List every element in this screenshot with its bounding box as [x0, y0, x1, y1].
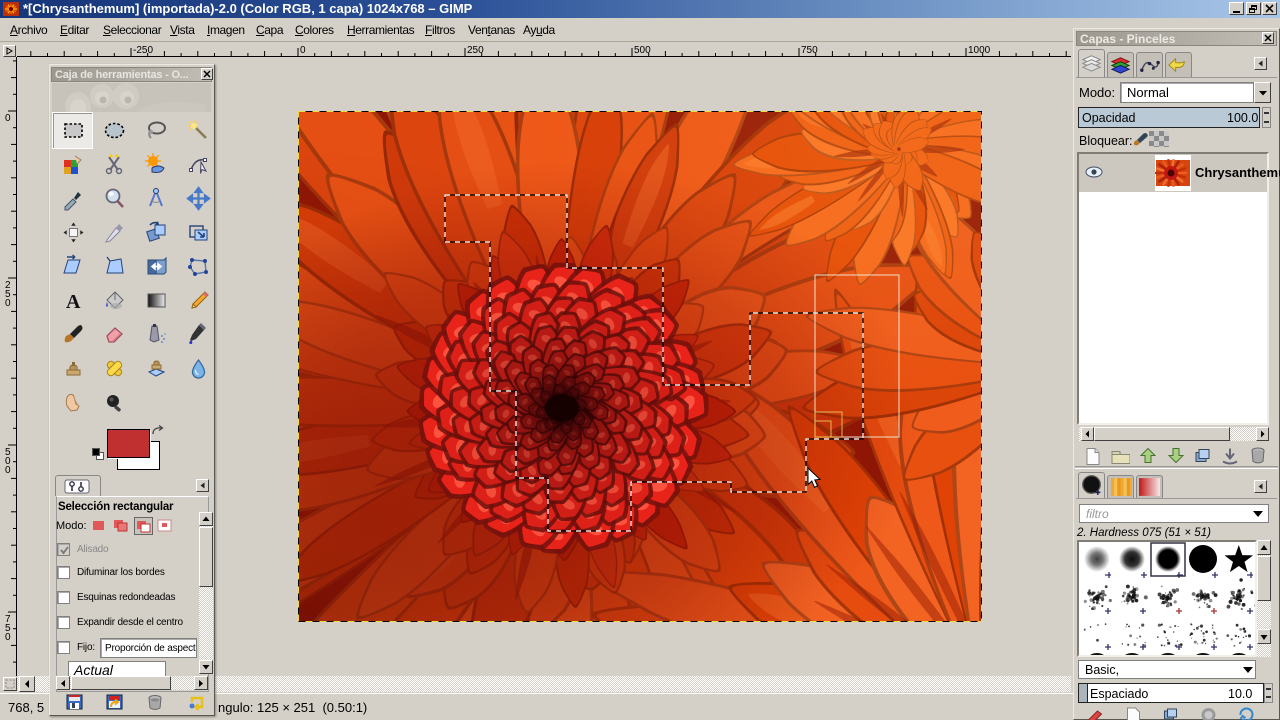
svg-text:0: 0	[5, 113, 11, 124]
svg-text:-250: -250	[133, 45, 153, 56]
svg-text:0: 0	[5, 465, 11, 476]
svg-text:1000: 1000	[968, 45, 991, 56]
svg-text:0: 0	[5, 632, 11, 643]
svg-text:A: A	[66, 291, 81, 313]
svg-text:0: 0	[5, 298, 11, 309]
svg-text:0: 0	[300, 45, 306, 56]
